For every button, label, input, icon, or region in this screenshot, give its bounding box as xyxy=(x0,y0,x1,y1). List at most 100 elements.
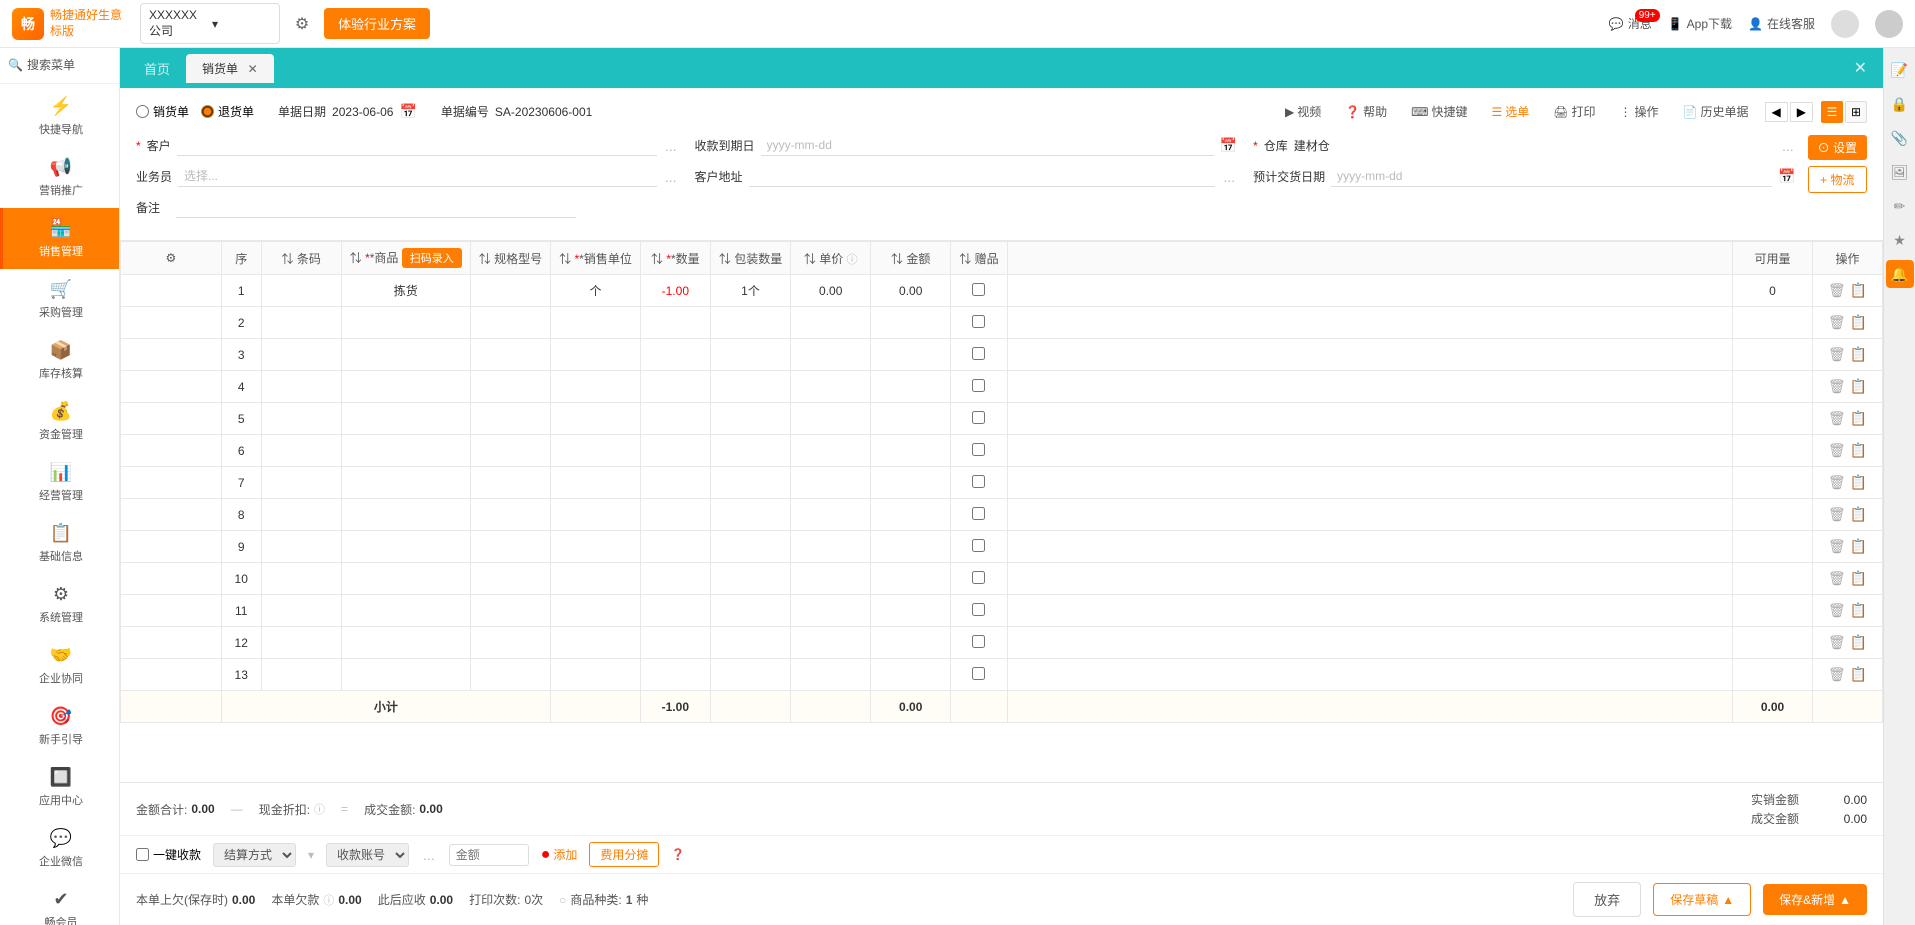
sort-pack[interactable]: ⇅ xyxy=(719,252,731,266)
right-btn-image[interactable]: 🖼 xyxy=(1886,158,1914,186)
price-info-icon[interactable]: ⓘ xyxy=(847,254,858,266)
cash-discount-info[interactable]: ⓘ xyxy=(314,801,325,817)
cell-price[interactable]: 0.00 xyxy=(791,275,871,307)
delete-icon[interactable]: 🗑 xyxy=(1828,474,1846,491)
cell-barcode[interactable] xyxy=(261,371,341,403)
cell-qty[interactable] xyxy=(640,531,710,563)
prev-arrow[interactable]: ◀ xyxy=(1765,102,1788,122)
cell-barcode[interactable] xyxy=(261,659,341,691)
copy-icon[interactable]: 📋 xyxy=(1850,314,1867,331)
amount-input[interactable] xyxy=(449,844,529,866)
help-btn[interactable]: ❓ 帮助 xyxy=(1337,100,1395,123)
right-btn-lock[interactable]: 🔒 xyxy=(1886,90,1914,118)
tab-sales-order[interactable]: 销货单 ✕ xyxy=(186,54,274,83)
date-calendar-icon[interactable]: 📅 xyxy=(399,103,416,120)
select-btn[interactable]: ☰ 选单 xyxy=(1484,100,1538,123)
cell-spec[interactable] xyxy=(470,627,550,659)
cell-price[interactable] xyxy=(791,339,871,371)
cell-barcode[interactable] xyxy=(261,275,341,307)
delete-icon[interactable]: 🗑 xyxy=(1828,346,1846,363)
sidebar-item-member[interactable]: ✔ 畅会员 xyxy=(0,879,119,925)
sidebar-item-operations[interactable]: 📊 经营管理 xyxy=(0,452,119,513)
cell-pack[interactable] xyxy=(710,371,790,403)
right-btn-attachment[interactable]: 📎 xyxy=(1886,124,1914,152)
cell-barcode[interactable] xyxy=(261,403,341,435)
cell-qty[interactable] xyxy=(640,403,710,435)
expected-date-input[interactable] xyxy=(1331,166,1772,187)
next-arrow[interactable]: ▶ xyxy=(1790,102,1813,122)
cell-spec[interactable] xyxy=(470,371,550,403)
one-click-pay[interactable]: 一键收款 xyxy=(136,846,201,863)
cell-spec[interactable] xyxy=(470,403,550,435)
cell-price[interactable] xyxy=(791,595,871,627)
due-date-calendar-icon[interactable]: 📅 xyxy=(1220,137,1237,154)
cell-gift[interactable] xyxy=(951,659,1007,691)
cell-goods[interactable] xyxy=(341,435,470,467)
logistics-action-btn[interactable]: + 物流 xyxy=(1808,166,1867,193)
expected-date-calendar-icon[interactable]: 📅 xyxy=(1778,168,1795,185)
salesperson-ellipsis[interactable]: ... xyxy=(663,169,679,185)
cell-spec[interactable] xyxy=(470,339,550,371)
cell-gift[interactable] xyxy=(951,307,1007,339)
print-btn[interactable]: 🖨 打印 xyxy=(1545,100,1603,123)
cell-qty[interactable] xyxy=(640,435,710,467)
copy-icon[interactable]: 📋 xyxy=(1850,474,1867,491)
cell-unit[interactable] xyxy=(551,627,641,659)
cell-price[interactable] xyxy=(791,467,871,499)
cell-barcode[interactable] xyxy=(261,467,341,499)
cell-price[interactable] xyxy=(791,563,871,595)
cell-pack[interactable] xyxy=(710,627,790,659)
cell-qty[interactable] xyxy=(640,339,710,371)
cell-gift[interactable] xyxy=(951,371,1007,403)
cell-goods[interactable] xyxy=(341,467,470,499)
cell-gift[interactable] xyxy=(951,403,1007,435)
cell-gift[interactable] xyxy=(951,595,1007,627)
settings-button[interactable]: ⚙ xyxy=(288,10,316,38)
copy-icon[interactable]: 📋 xyxy=(1850,602,1867,619)
cell-pack[interactable] xyxy=(710,659,790,691)
cell-spec[interactable] xyxy=(470,435,550,467)
delete-icon[interactable]: 🗑 xyxy=(1828,634,1846,651)
copy-icon[interactable]: 📋 xyxy=(1850,506,1867,523)
cell-amount[interactable] xyxy=(871,499,951,531)
copy-icon[interactable]: 📋 xyxy=(1850,410,1867,427)
cell-unit[interactable] xyxy=(551,467,641,499)
sort-barcode[interactable]: ⇅ xyxy=(282,252,294,266)
company-selector[interactable]: XXXXXX公司 ▾ xyxy=(140,3,280,44)
sort-price[interactable]: ⇅ xyxy=(804,252,816,266)
cell-pack[interactable]: 1个 xyxy=(710,275,790,307)
right-btn-note[interactable]: 📝 xyxy=(1886,56,1914,84)
cell-spec[interactable] xyxy=(470,307,550,339)
cell-barcode[interactable] xyxy=(261,307,341,339)
cell-goods[interactable] xyxy=(341,531,470,563)
col-settings[interactable]: ⚙ xyxy=(121,242,222,275)
cell-goods[interactable]: 拣货 xyxy=(341,275,470,307)
sidebar-search[interactable]: 🔍 搜索菜单 xyxy=(0,48,119,81)
customer-addr-ellipsis[interactable]: ... xyxy=(1221,169,1237,185)
scan-btn[interactable]: 扫码录入 xyxy=(402,248,462,268)
cell-unit[interactable] xyxy=(551,435,641,467)
cell-unit[interactable] xyxy=(551,307,641,339)
delete-icon[interactable]: 🗑 xyxy=(1828,282,1846,299)
cell-gift[interactable] xyxy=(951,627,1007,659)
customer-input[interactable] xyxy=(177,135,657,156)
sidebar-item-purchase[interactable]: 🛒 采购管理 xyxy=(0,269,119,330)
cell-spec[interactable] xyxy=(470,659,550,691)
cell-unit[interactable]: 个 xyxy=(551,275,641,307)
cell-gift[interactable] xyxy=(951,499,1007,531)
copy-icon[interactable]: 📋 xyxy=(1850,346,1867,363)
sort-qty[interactable]: ⇅ xyxy=(651,252,663,266)
cell-unit[interactable] xyxy=(551,499,641,531)
notes-input[interactable] xyxy=(176,197,576,218)
cell-goods[interactable] xyxy=(341,371,470,403)
cell-goods[interactable] xyxy=(341,403,470,435)
cell-pack[interactable] xyxy=(710,339,790,371)
cell-amount[interactable] xyxy=(871,531,951,563)
copy-icon[interactable]: 📋 xyxy=(1850,538,1867,555)
sidebar-item-basic-info[interactable]: 📋 基础信息 xyxy=(0,513,119,574)
customer-ellipsis[interactable]: ... xyxy=(663,138,679,154)
cell-qty[interactable] xyxy=(640,659,710,691)
history-btn[interactable]: 📄 历史单据 xyxy=(1675,100,1757,123)
account-select[interactable]: 收款账号 xyxy=(326,843,409,867)
due-info-icon[interactable]: ⓘ xyxy=(323,892,334,908)
